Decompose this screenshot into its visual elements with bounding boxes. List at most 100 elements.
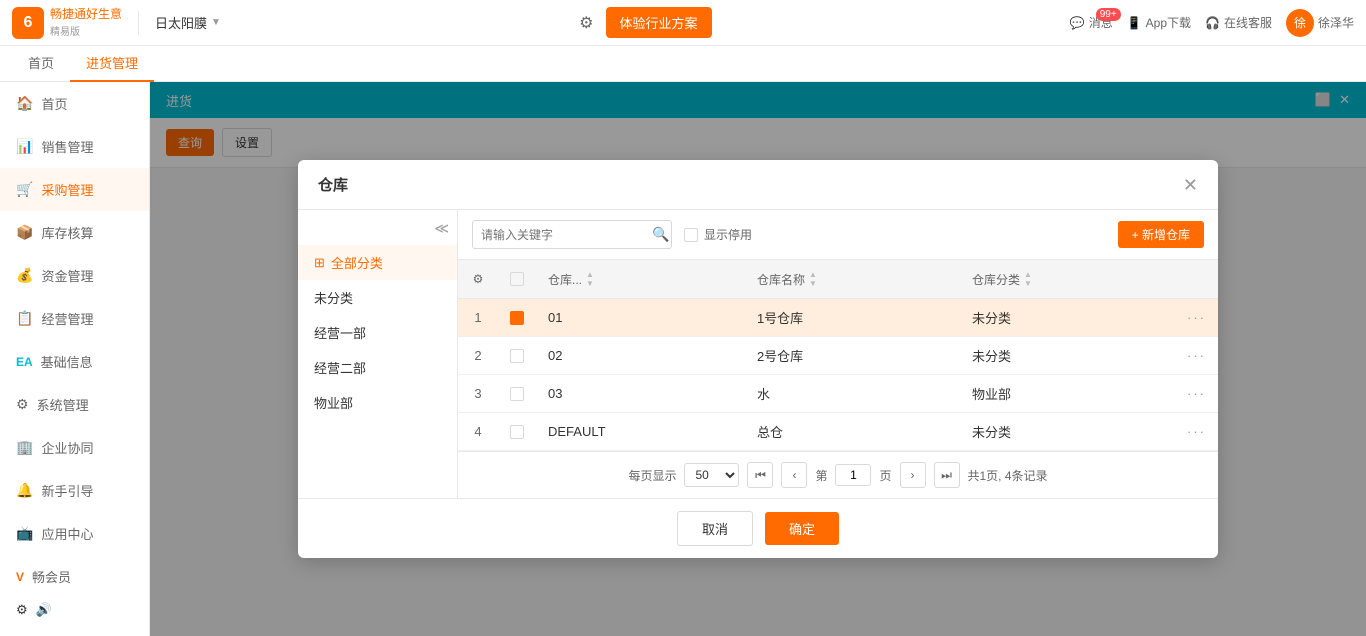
category-item-ops1[interactable]: 经营一部	[298, 315, 457, 350]
row-code: 03	[536, 375, 745, 413]
toolbar-left: 🔍 显示停用	[472, 220, 752, 249]
table-row[interactable]: 4 DEFAULT 总仓 未分类 ···	[458, 413, 1218, 451]
grid-icon: ⊞	[314, 255, 325, 271]
row-num: 1	[458, 299, 498, 337]
user-item[interactable]: 徐 徐泽华	[1286, 9, 1354, 37]
sidebar-label-system: 系统管理	[37, 395, 89, 414]
store-selector[interactable]: 日太阳膜 ▼	[155, 13, 221, 32]
tab-purchase[interactable]: 进货管理	[70, 45, 154, 82]
message-badge: 99+	[1096, 8, 1121, 21]
sidebar-item-inventory[interactable]: 📦 库存核算	[0, 211, 149, 254]
modal-body: ≪ ⊞ 全部分类 未分类 经营一部 经营二部	[298, 210, 1218, 498]
table-panel: 🔍 显示停用 + 新增仓库	[458, 210, 1218, 498]
enterprise-icon: 🏢	[16, 439, 33, 456]
row-category: 未分类	[960, 413, 1175, 451]
sidebar: 🏠 首页 📊 销售管理 🛒 采购管理 📦 库存核算 💰 资金管理 📋 经营管理 …	[0, 82, 150, 636]
next-page-button[interactable]: ›	[900, 462, 926, 488]
row-category: 未分类	[960, 299, 1175, 337]
th-gear[interactable]: ⚙	[458, 260, 498, 299]
category-item-uncategorized[interactable]: 未分类	[298, 280, 457, 315]
total-records: 共1页, 4条记录	[968, 467, 1048, 484]
prev-page-button[interactable]: ‹	[781, 462, 807, 488]
modal-overlay: 仓库 ✕ ≪ ⊞ 全部分类 未分类	[150, 82, 1366, 636]
row-actions[interactable]: ···	[1175, 337, 1218, 375]
table-body: 1 01 1号仓库 未分类 ···	[458, 299, 1218, 451]
modal-close-button[interactable]: ✕	[1183, 176, 1198, 194]
sidebar-label-guide: 新手引导	[41, 481, 93, 500]
divider	[138, 11, 139, 35]
select-all-checkbox[interactable]	[510, 272, 524, 286]
sidebar-item-finance[interactable]: 💰 资金管理	[0, 254, 149, 297]
row-checkbox[interactable]	[498, 337, 536, 375]
sidebar-item-operation[interactable]: 📋 经营管理	[0, 297, 149, 340]
message-icon: 💬	[1070, 16, 1085, 30]
sidebar-item-system[interactable]: ⚙ 系统管理	[0, 383, 149, 426]
sidebar-label-enterprise: 企业协同	[41, 438, 93, 457]
try-industry-button[interactable]: 体验行业方案	[606, 7, 712, 38]
mobile-icon: 📱	[1127, 16, 1142, 30]
sidebar-item-enterprise[interactable]: 🏢 企业协同	[0, 426, 149, 469]
brand-name: 畅捷通好生意	[50, 7, 122, 23]
search-button[interactable]: 🔍	[644, 221, 672, 248]
sidebar-item-home[interactable]: 🏠 首页	[0, 82, 149, 125]
cat-label-ops2: 经营二部	[314, 358, 366, 377]
guide-icon: 🔔	[16, 482, 33, 499]
member-icon: V	[16, 570, 24, 584]
page-unit: 页	[879, 467, 891, 484]
row-code: 02	[536, 337, 745, 375]
settings-bottom-icon: ⚙	[16, 602, 28, 618]
sidebar-item-app-center[interactable]: 📺 应用中心	[0, 512, 149, 555]
per-page-select[interactable]: 50 100 200	[684, 463, 739, 487]
modal-title: 仓库	[318, 174, 348, 195]
row-name: 水	[745, 375, 960, 413]
page-input[interactable]	[835, 464, 871, 486]
first-page-button[interactable]: ⏮	[747, 462, 773, 488]
row-category: 物业部	[960, 375, 1175, 413]
modal-footer: 取消 确定	[298, 498, 1218, 558]
row-actions[interactable]: ···	[1175, 299, 1218, 337]
sidebar-item-sales[interactable]: 📊 销售管理	[0, 125, 149, 168]
tab-home[interactable]: 首页	[12, 45, 70, 82]
sidebar-item-basic-info[interactable]: EA 基础信息	[0, 340, 149, 383]
cat-label-uncategorized: 未分类	[314, 288, 353, 307]
table-row[interactable]: 2 02 2号仓库 未分类 ···	[458, 337, 1218, 375]
row-actions[interactable]: ···	[1175, 375, 1218, 413]
add-warehouse-button[interactable]: + 新增仓库	[1118, 221, 1204, 248]
th-category: 仓库分类 ▲▼	[960, 260, 1175, 299]
row-checkbox[interactable]	[498, 413, 536, 451]
settings-icon[interactable]: ⚙	[579, 13, 593, 33]
row-name: 总仓	[745, 413, 960, 451]
confirm-button[interactable]: 确定	[765, 512, 839, 545]
app-center-icon: 📺	[16, 525, 33, 542]
warehouse-modal: 仓库 ✕ ≪ ⊞ 全部分类 未分类	[298, 160, 1218, 558]
home-icon: 🏠	[16, 95, 33, 112]
sidebar-bottom-settings[interactable]: ⚙ 🔊	[0, 594, 150, 626]
modal-header: 仓库 ✕	[298, 160, 1218, 210]
show-disabled-checkbox[interactable]	[684, 228, 698, 242]
category-item-all[interactable]: ⊞ 全部分类	[298, 245, 457, 280]
category-item-property[interactable]: 物业部	[298, 385, 457, 420]
table-row[interactable]: 3 03 水 物业部 ···	[458, 375, 1218, 413]
row-code: DEFAULT	[536, 413, 745, 451]
message-item[interactable]: 💬 消息 99+	[1070, 14, 1113, 31]
customer-service-item[interactable]: 🎧 在线客服	[1205, 14, 1272, 31]
last-page-button[interactable]: ⏭	[934, 462, 960, 488]
category-item-ops2[interactable]: 经营二部	[298, 350, 457, 385]
sidebar-label-purchase: 采购管理	[41, 180, 93, 199]
purchase-icon: 🛒	[16, 181, 33, 198]
sidebar-item-guide[interactable]: 🔔 新手引导	[0, 469, 149, 512]
sidebar-item-member[interactable]: V 畅会员	[0, 555, 149, 598]
chevron-down-icon: ▼	[211, 17, 221, 28]
cancel-button[interactable]: 取消	[677, 511, 753, 546]
headset-icon: 🎧	[1205, 16, 1220, 30]
app-download-item[interactable]: 📱 App下载	[1127, 14, 1191, 31]
th-name: 仓库名称 ▲▼	[745, 260, 960, 299]
inventory-icon: 📦	[16, 224, 33, 241]
search-input[interactable]	[473, 223, 644, 247]
row-actions[interactable]: ···	[1175, 413, 1218, 451]
row-checkbox[interactable]	[498, 299, 536, 337]
table-row[interactable]: 1 01 1号仓库 未分类 ···	[458, 299, 1218, 337]
sidebar-item-purchase[interactable]: 🛒 采购管理	[0, 168, 149, 211]
collapse-btn[interactable]: ≪	[298, 220, 457, 245]
row-checkbox[interactable]	[498, 375, 536, 413]
